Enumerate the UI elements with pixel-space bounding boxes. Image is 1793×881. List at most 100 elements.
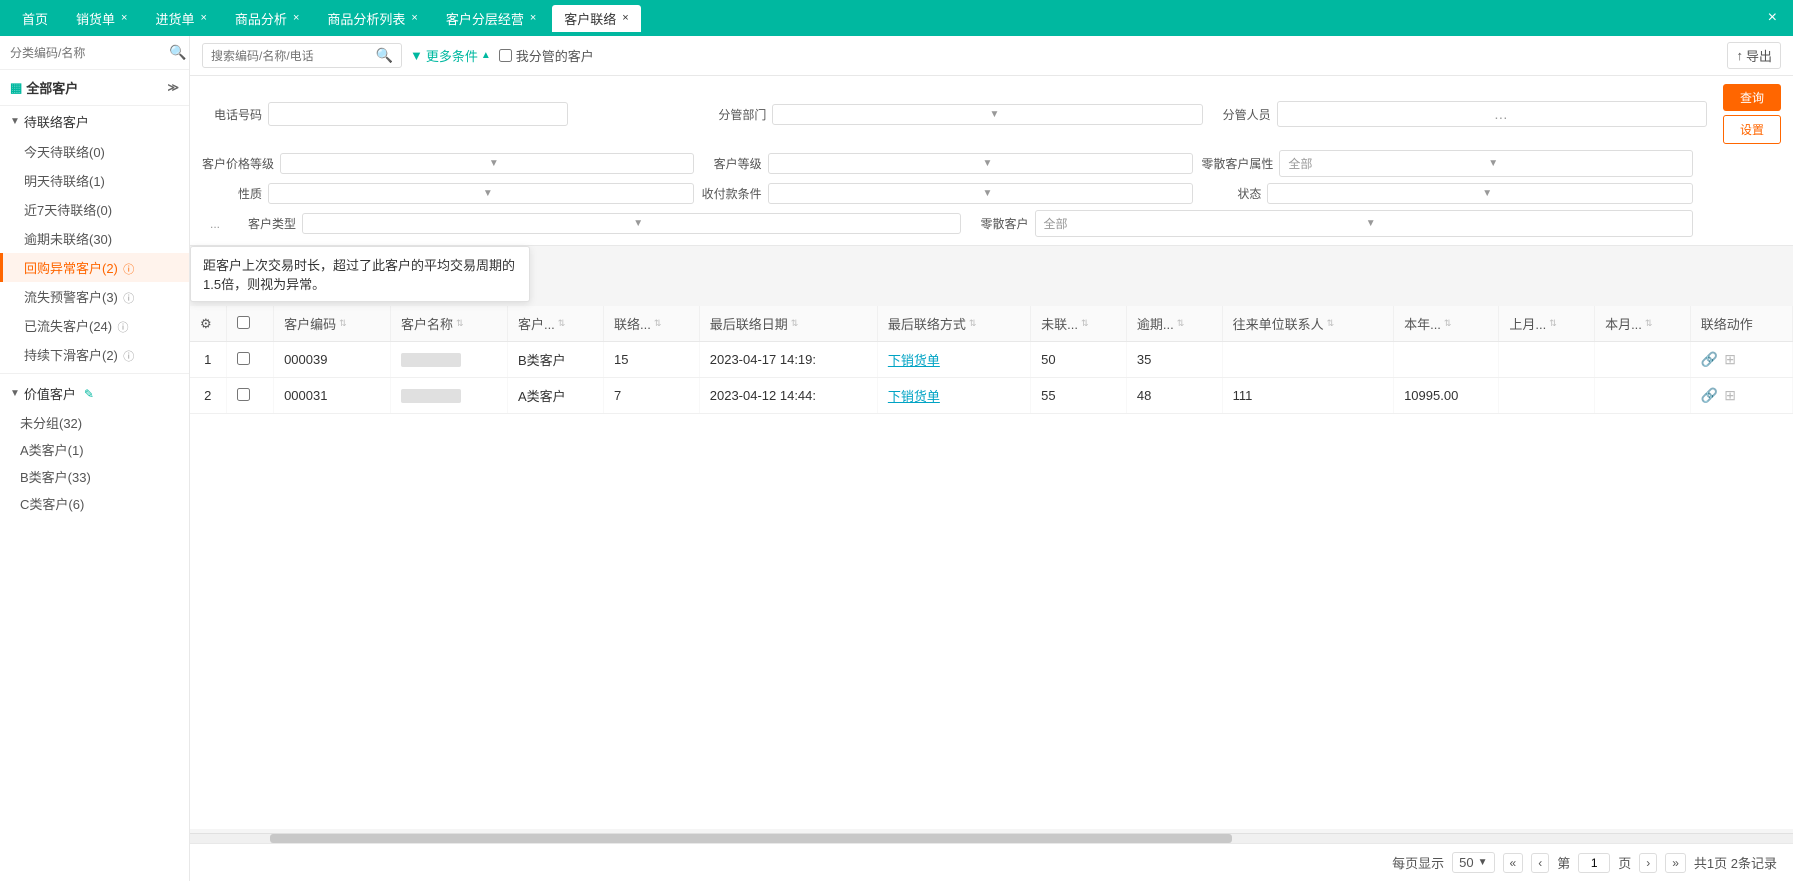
row-name-2 (391, 378, 508, 414)
th-checkbox[interactable] (226, 306, 274, 342)
sort-name-icon[interactable]: ⇅ (456, 318, 464, 329)
tab-purchase-order[interactable]: 进货单 × (143, 5, 218, 32)
query-button[interactable]: 查询 (1723, 84, 1781, 111)
tab-customer-contact[interactable]: 客户联络 × (552, 5, 640, 32)
customer-level-select[interactable]: ▼ (768, 153, 1194, 174)
sidebar-item-overdue-followup[interactable]: 逾期未联络(30) (0, 224, 189, 253)
sort-last-method-icon[interactable]: ⇅ (969, 318, 977, 329)
person-dots: … (1494, 106, 1698, 122)
row-select-checkbox-2[interactable] (237, 388, 250, 401)
sort-this-year-icon[interactable]: ⇅ (1444, 318, 1452, 329)
tab-customer-segmentation[interactable]: 客户分层经营 × (434, 5, 548, 32)
sidebar-item-class-c[interactable]: C类客户(6) (0, 490, 189, 517)
person-select[interactable]: … (1277, 101, 1707, 127)
prev-page-button[interactable]: ‹ (1531, 853, 1549, 873)
sidebar-item-class-a[interactable]: A类客户(1) (0, 436, 189, 463)
sidebar-collapse-icon[interactable]: ≫ (167, 81, 179, 94)
sidebar-item-repurchase-abnormal[interactable]: 回购异常客户(2) ⓘ (0, 253, 189, 282)
scrollbar-thumb[interactable] (270, 834, 1232, 843)
sidebar-item-declining-customers[interactable]: 持续下滑客户(2) ⓘ (0, 340, 189, 369)
price-level-select[interactable]: ▼ (280, 153, 694, 174)
search-input[interactable] (211, 49, 372, 63)
status-select[interactable]: ▼ (1267, 183, 1693, 204)
gender-label: 性质 (202, 185, 262, 202)
horizontal-scrollbar[interactable] (190, 833, 1793, 843)
filter-retail-attr: 零散客户属性 全部 ▼ (1201, 150, 1693, 177)
action-grid-icon-2[interactable]: ⊞ (1724, 387, 1736, 404)
page-number-input[interactable] (1578, 853, 1610, 873)
tab-close-customer-segmentation[interactable]: × (530, 12, 536, 24)
phone-label: 电话号码 (202, 106, 262, 123)
more-conditions-button[interactable]: ▼ 更多条件 ▲ (410, 46, 491, 65)
sort-uncontacted-icon[interactable]: ⇅ (1081, 318, 1089, 329)
sort-code-icon[interactable]: ⇅ (339, 318, 347, 329)
tab-close-product-analysis[interactable]: × (293, 12, 299, 24)
tab-close-product-analysis-list[interactable]: × (411, 12, 417, 24)
row-last-method-2[interactable]: 下销货单 (877, 378, 1030, 414)
select-all-checkbox[interactable] (237, 316, 250, 329)
retail-attr-select[interactable]: 全部 ▼ (1279, 150, 1693, 177)
sidebar-all-customers-header: ▦ 全部客户 ≫ (0, 70, 189, 106)
payment-select[interactable]: ▼ (768, 183, 1194, 204)
first-page-button[interactable]: « (1503, 853, 1524, 873)
sidebar-item-lost-customers[interactable]: 已流失客户(24) ⓘ (0, 311, 189, 340)
sort-this-month-icon[interactable]: ⇅ (1645, 318, 1653, 329)
action-link-icon-2[interactable]: 🔗 (1701, 387, 1718, 404)
last-page-button[interactable]: » (1665, 853, 1686, 873)
filter-row-3: 性质 ▼ 收付款条件 ▼ 状态 (202, 183, 1781, 204)
th-last-contact-date: 最后联络日期⇅ (699, 306, 877, 342)
sidebar-item-7day-followup[interactable]: 近7天待联络(0) (0, 195, 189, 224)
sidebar-item-loss-warning[interactable]: 流失预警客户(3) ⓘ (0, 282, 189, 311)
sort-contact-count-icon[interactable]: ⇅ (654, 318, 662, 329)
sidebar-followup-section[interactable]: ▼ 待联络客户 (0, 106, 189, 137)
next-page-button[interactable]: › (1639, 853, 1657, 873)
tab-product-analysis-list[interactable]: 商品分析列表 × (315, 5, 429, 32)
th-gear[interactable]: ⚙ (190, 306, 226, 342)
sort-last-date-icon[interactable]: ⇅ (791, 318, 799, 329)
my-customers-checkbox[interactable] (499, 49, 512, 62)
filter-actions: 查询 设置 (1723, 84, 1781, 144)
sidebar-search-input[interactable] (10, 46, 165, 60)
tab-home[interactable]: 首页 (10, 5, 60, 32)
retail-attr-label: 零散客户属性 (1201, 155, 1273, 172)
tab-close-customer-contact[interactable]: × (622, 12, 628, 24)
row-checkbox-2[interactable] (226, 378, 274, 414)
tab-close-purchase-order[interactable]: × (200, 12, 206, 24)
settings-button[interactable]: 设置 (1723, 115, 1781, 144)
row-checkbox-1[interactable] (226, 342, 274, 378)
dept-select[interactable]: ▼ (772, 104, 1202, 125)
sidebar-item-class-b[interactable]: B类客户(33) (0, 463, 189, 490)
sidebar-item-today-followup[interactable]: 今天待联络(0) (0, 137, 189, 166)
followup-arrow-icon: ▼ (10, 116, 20, 127)
tab-sales-order[interactable]: 销货单 × (64, 5, 139, 32)
sidebar: 🔍 ▦ 全部客户 ≫ ▼ 待联络客户 今天待联络(0) 明天待联络(1) 近7天… (0, 36, 190, 881)
sort-type-icon[interactable]: ⇅ (558, 318, 566, 329)
sort-contact-person-icon[interactable]: ⇅ (1327, 318, 1335, 329)
row-last-date-1: 2023-04-17 14:19: (699, 342, 877, 378)
sidebar-value-customer-section[interactable]: ▼ 价值客户 ✎ (0, 378, 189, 409)
sort-last-month-icon[interactable]: ⇅ (1549, 318, 1557, 329)
window-close-button[interactable]: × (1762, 9, 1783, 27)
tab-close-sales-order[interactable]: × (121, 12, 127, 24)
gender-select[interactable]: ▼ (268, 183, 694, 204)
phone-input[interactable] (268, 102, 568, 126)
filter-icon: ▼ (410, 48, 423, 63)
customer-name-blur-2 (401, 389, 461, 403)
main-layout: 🔍 ▦ 全部客户 ≫ ▼ 待联络客户 今天待联络(0) 明天待联络(1) 近7天… (0, 36, 1793, 881)
retail-customer-select[interactable]: 全部 ▼ (1035, 210, 1694, 237)
sidebar-search-icon[interactable]: 🔍 (169, 44, 186, 61)
sidebar-item-unclassified[interactable]: 未分组(32) (0, 409, 189, 436)
search-icon[interactable]: 🔍 (376, 47, 393, 64)
page-size-select[interactable]: 50 ▼ (1452, 852, 1494, 873)
filter-more-button[interactable]: ... (202, 217, 228, 231)
export-button[interactable]: ↑ 导出 (1727, 42, 1781, 69)
customer-type-select[interactable]: ▼ (302, 213, 961, 234)
sort-overdue-icon[interactable]: ⇅ (1177, 318, 1185, 329)
row-select-checkbox-1[interactable] (237, 352, 250, 365)
action-grid-icon-1[interactable]: ⊞ (1724, 351, 1736, 368)
action-link-icon-1[interactable]: 🔗 (1701, 351, 1718, 368)
sidebar-item-tomorrow-followup[interactable]: 明天待联络(1) (0, 166, 189, 195)
row-last-method-1[interactable]: 下销货单 (877, 342, 1030, 378)
tab-product-analysis[interactable]: 商品分析 × (223, 5, 311, 32)
my-customers-filter[interactable]: 我分管的客户 (499, 46, 594, 65)
